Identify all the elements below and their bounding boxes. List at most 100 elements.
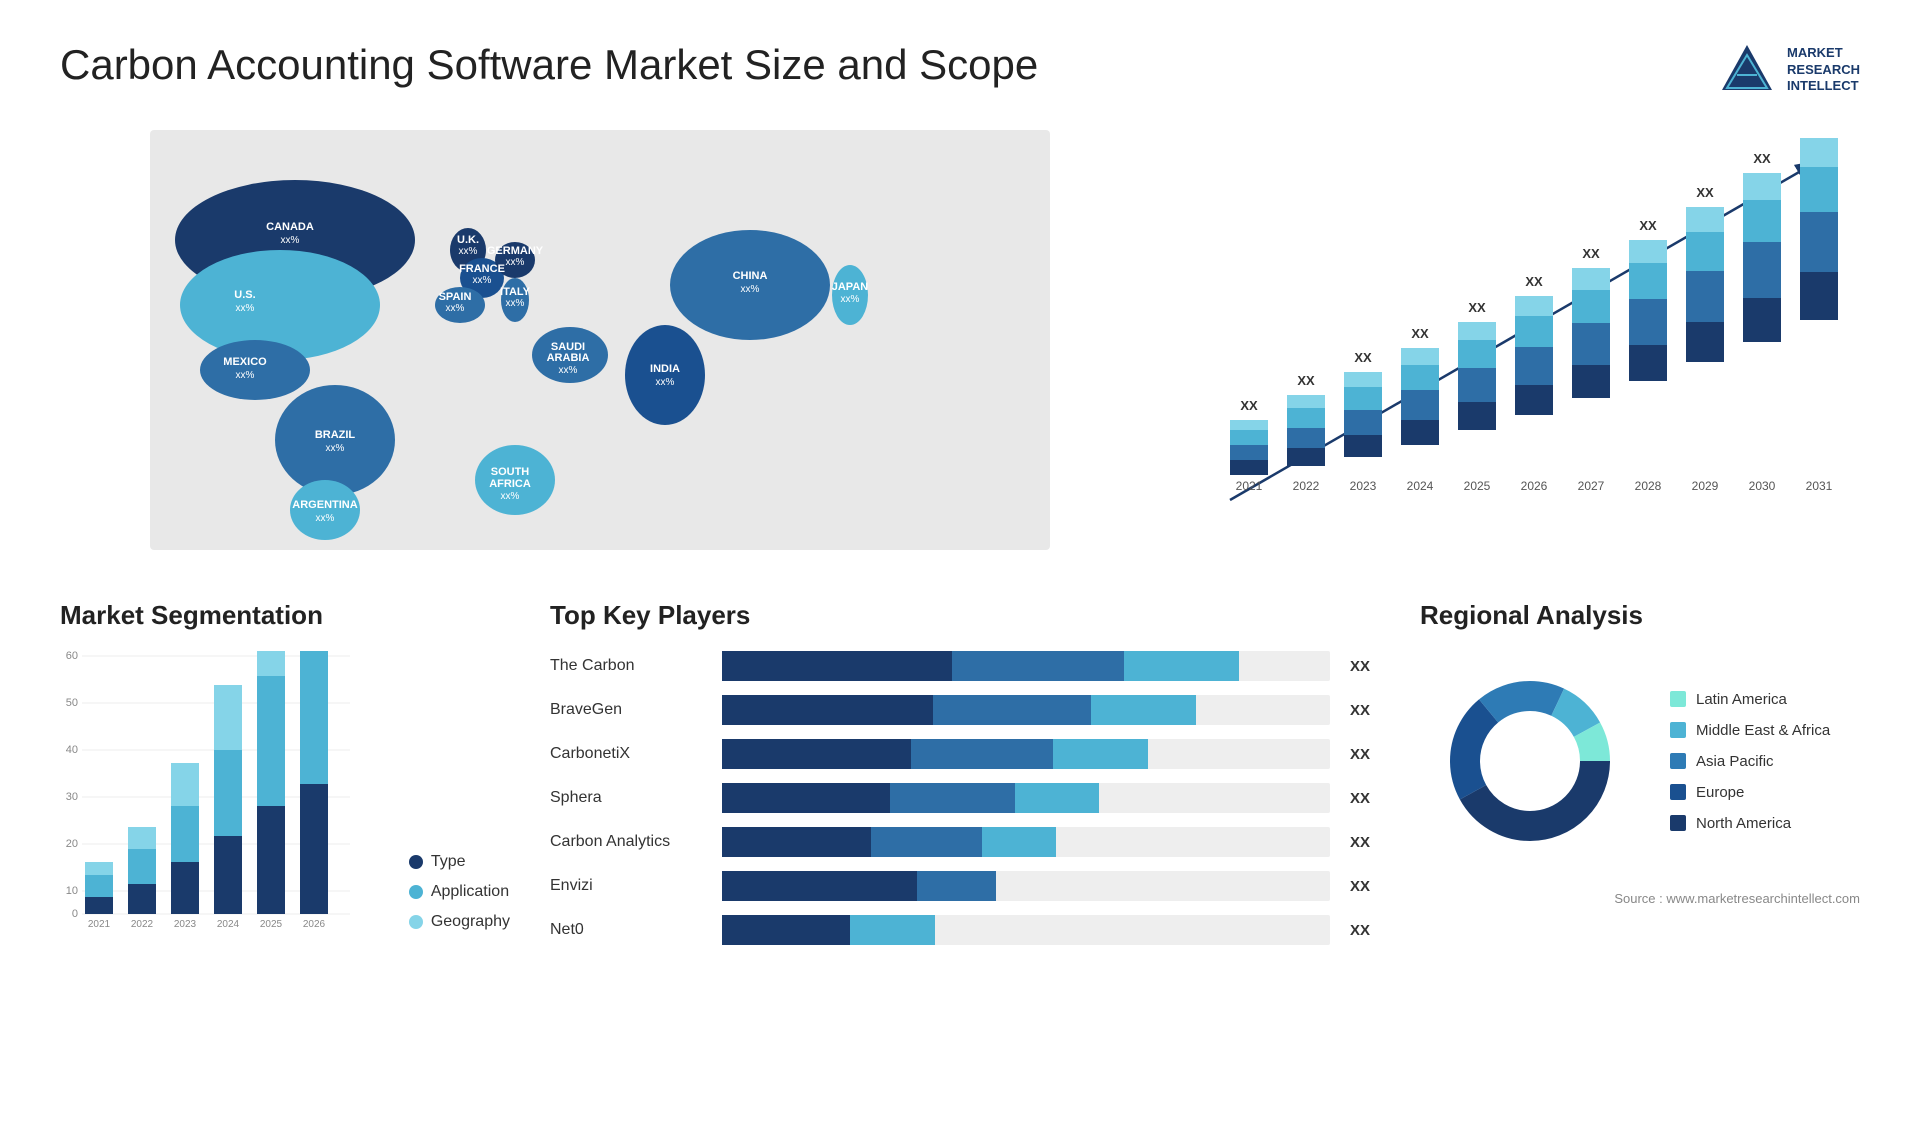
seg-bar-2022: 2022 bbox=[128, 827, 156, 930]
legend-asia-color bbox=[1670, 753, 1686, 769]
bar-seg3 bbox=[1053, 739, 1148, 769]
svg-text:xx%: xx% bbox=[446, 303, 465, 314]
bar-seg1 bbox=[722, 871, 917, 901]
svg-text:XX: XX bbox=[1753, 151, 1771, 166]
svg-text:XX: XX bbox=[1639, 218, 1657, 233]
logo-icon bbox=[1717, 40, 1777, 100]
bar-seg3 bbox=[850, 915, 935, 945]
svg-text:ITALY: ITALY bbox=[500, 286, 531, 298]
svg-text:CANADA: CANADA bbox=[266, 221, 314, 233]
player-row: The Carbon XX bbox=[550, 651, 1380, 681]
svg-text:ARABIA: ARABIA bbox=[547, 352, 590, 364]
player-value: XX bbox=[1350, 658, 1380, 675]
player-bar-bg bbox=[722, 739, 1330, 769]
world-map: CANADA xx% U.S. xx% MEXICO xx% BRAZIL xx… bbox=[60, 130, 1140, 550]
player-name: CarbonetiX bbox=[550, 745, 710, 763]
bar-seg3 bbox=[1015, 783, 1099, 813]
page-title: Carbon Accounting Software Market Size a… bbox=[60, 40, 1038, 90]
bar-seg2 bbox=[933, 695, 1091, 725]
seg-bar-2026: 2026 bbox=[300, 651, 328, 930]
player-value: XX bbox=[1350, 922, 1380, 939]
svg-text:FRANCE: FRANCE bbox=[459, 263, 505, 275]
bar-2021: XX 2021 bbox=[1230, 398, 1268, 493]
bar-2022: XX 2022 bbox=[1287, 373, 1325, 493]
seg-bar-2025: 2025 bbox=[257, 651, 285, 930]
bar-chart-container: XX 2021 XX 2022 XX bbox=[1180, 130, 1860, 550]
player-row: Carbon Analytics XX bbox=[550, 827, 1380, 857]
top-section: CANADA xx% U.S. xx% MEXICO xx% BRAZIL xx… bbox=[60, 130, 1860, 550]
svg-text:xx%: xx% bbox=[316, 513, 335, 524]
bar-2025: XX 2025 bbox=[1458, 300, 1496, 493]
bar-2023: XX 2023 bbox=[1344, 350, 1382, 493]
player-row: BraveGen XX bbox=[550, 695, 1380, 725]
bar-2031: XX 2031 bbox=[1800, 130, 1838, 493]
player-bar-bg bbox=[722, 651, 1330, 681]
legend-asia-label: Asia Pacific bbox=[1696, 753, 1774, 770]
bottom-section: Market Segmentation 60 50 40 30 20 10 0 bbox=[60, 600, 1860, 959]
legend-latin-america-label: Latin America bbox=[1696, 691, 1787, 708]
bar-seg3 bbox=[1091, 695, 1196, 725]
svg-text:2022: 2022 bbox=[131, 919, 154, 930]
svg-text:BRAZIL: BRAZIL bbox=[315, 429, 356, 441]
source-text: Source : www.marketresearchintellect.com bbox=[1420, 891, 1860, 906]
bar-2028: XX 2028 bbox=[1629, 218, 1667, 493]
svg-text:XX: XX bbox=[1411, 326, 1429, 341]
player-row: CarbonetiX XX bbox=[550, 739, 1380, 769]
donut-chart bbox=[1420, 651, 1640, 871]
svg-text:xx%: xx% bbox=[236, 370, 255, 381]
svg-text:2025: 2025 bbox=[1464, 479, 1491, 493]
bar-seg3 bbox=[982, 827, 1056, 857]
legend-application: Application bbox=[409, 883, 510, 901]
player-name: Envizi bbox=[550, 877, 710, 895]
bar-2024: XX 2024 bbox=[1401, 326, 1439, 493]
svg-text:AFRICA: AFRICA bbox=[489, 478, 531, 490]
player-row: Net0 XX bbox=[550, 915, 1380, 945]
svg-text:xx%: xx% bbox=[236, 303, 255, 314]
svg-text:JAPAN: JAPAN bbox=[832, 281, 869, 293]
bar-seg1 bbox=[722, 783, 890, 813]
bar-seg3 bbox=[1124, 651, 1239, 681]
bar-seg2 bbox=[917, 871, 995, 901]
svg-text:xx%: xx% bbox=[506, 298, 525, 309]
svg-text:XX: XX bbox=[1297, 373, 1315, 388]
legend-application-label: Application bbox=[431, 883, 509, 901]
seg-bar-2023: 2023 bbox=[171, 763, 199, 930]
player-name: BraveGen bbox=[550, 701, 710, 719]
svg-text:2029: 2029 bbox=[1692, 479, 1719, 493]
bar-seg1 bbox=[722, 651, 952, 681]
regional-legend: Latin America Middle East & Africa Asia … bbox=[1670, 691, 1830, 832]
svg-text:XX: XX bbox=[1696, 185, 1714, 200]
segmentation-section: Market Segmentation 60 50 40 30 20 10 0 bbox=[60, 600, 510, 931]
legend-application-dot bbox=[409, 885, 423, 899]
svg-text:xx%: xx% bbox=[281, 235, 300, 246]
page-container: Carbon Accounting Software Market Size a… bbox=[0, 0, 1920, 1146]
svg-text:xx%: xx% bbox=[656, 377, 675, 388]
bar-seg2 bbox=[871, 827, 982, 857]
svg-text:SPAIN: SPAIN bbox=[439, 291, 472, 303]
legend-geography-label: Geography bbox=[431, 913, 510, 931]
bar-2027: XX 2027 bbox=[1572, 246, 1610, 493]
player-bar-bg bbox=[722, 915, 1330, 945]
legend-north-america: North America bbox=[1670, 815, 1830, 832]
svg-text:XX: XX bbox=[1468, 300, 1486, 315]
legend-europe-color bbox=[1670, 784, 1686, 800]
svg-text:XX: XX bbox=[1582, 246, 1600, 261]
svg-text:xx%: xx% bbox=[326, 443, 345, 454]
key-players-section: Top Key Players The Carbon XX BraveGen bbox=[550, 600, 1380, 959]
svg-text:2031: 2031 bbox=[1806, 479, 1833, 493]
player-name: The Carbon bbox=[550, 657, 710, 675]
bar-2030: XX 2030 bbox=[1743, 151, 1781, 493]
svg-text:2023: 2023 bbox=[174, 919, 197, 930]
legend-mea-label: Middle East & Africa bbox=[1696, 722, 1830, 739]
svg-text:20: 20 bbox=[66, 838, 78, 850]
svg-text:60: 60 bbox=[66, 651, 78, 662]
player-value: XX bbox=[1350, 834, 1380, 851]
svg-text:xx%: xx% bbox=[459, 246, 478, 257]
svg-text:INDIA: INDIA bbox=[650, 363, 680, 375]
svg-text:XX: XX bbox=[1525, 274, 1543, 289]
bar-seg2 bbox=[911, 739, 1053, 769]
svg-text:2022: 2022 bbox=[1293, 479, 1320, 493]
svg-text:2023: 2023 bbox=[1350, 479, 1377, 493]
seg-legend: Type Application Geography bbox=[389, 833, 510, 931]
seg-bar-2021: 2021 bbox=[85, 862, 113, 930]
